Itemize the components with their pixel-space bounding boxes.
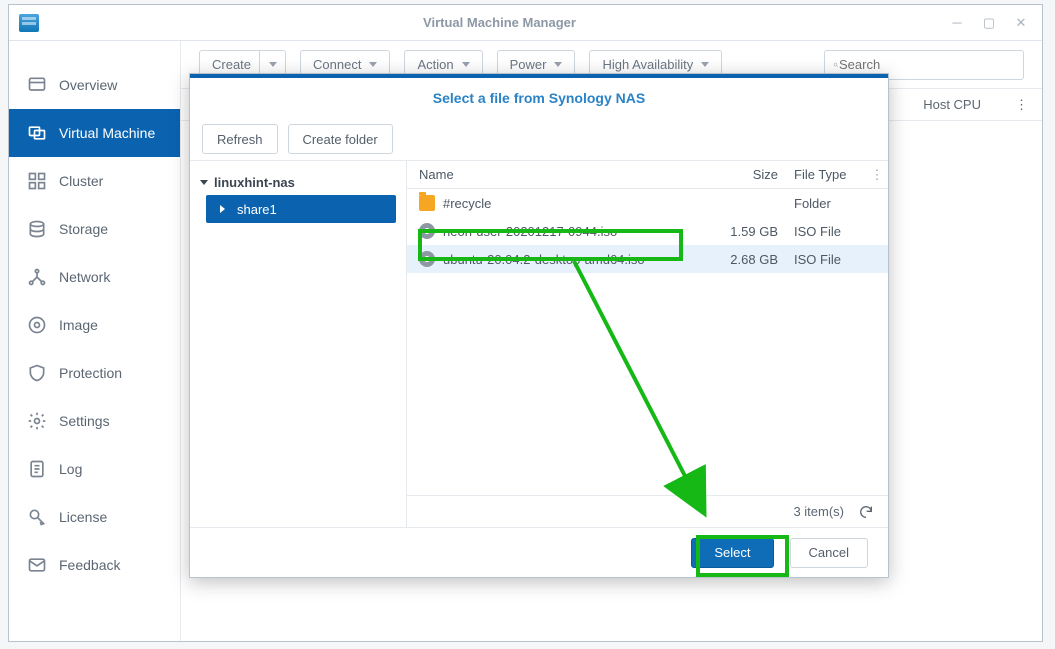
column-menu-button[interactable]: ⋮ [866,167,888,183]
column-name[interactable]: Name [407,167,708,182]
refresh-icon[interactable] [858,504,874,520]
file-name: ubuntu-20.04.2-desktop-amd64.iso [443,252,645,267]
sidebar-item-label: License [59,509,107,525]
tree-root-label: linuxhint-nas [214,175,295,190]
window-title: Virtual Machine Manager [49,15,950,30]
cluster-icon [27,171,47,191]
button-label: High Availability [602,57,693,72]
file-type: ISO File [788,224,866,239]
storage-icon [27,219,47,239]
minimize-button[interactable]: ─ [950,16,964,30]
file-name: #recycle [443,196,491,211]
file-type: ISO File [788,252,866,267]
sidebar-item-label: Network [59,269,110,285]
tree-item-label: share1 [237,202,277,217]
sidebar-item-label: Overview [59,77,117,93]
chevron-down-icon [462,62,470,67]
folder-icon [419,195,435,211]
gear-icon [27,411,47,431]
button-label: Create [212,57,251,72]
protection-icon [27,363,47,383]
column-size[interactable]: Size [708,167,788,182]
button-label: Action [417,57,453,72]
file-type: Folder [788,196,866,211]
chevron-down-icon [269,62,277,67]
sidebar-item-log[interactable]: Log [9,445,180,493]
search-input[interactable] [839,57,1015,72]
cancel-button[interactable]: Cancel [790,538,868,568]
sidebar-item-label: Virtual Machine [59,125,155,141]
column-type[interactable]: File Type [788,167,866,182]
chevron-down-icon [200,180,208,185]
sidebar-item-label: Cluster [59,173,103,189]
column-host-cpu[interactable]: Host CPU [923,97,1001,112]
app-window: Virtual Machine Manager ─ ▢ ✕ Overview V… [8,4,1043,642]
sidebar-item-network[interactable]: Network [9,253,180,301]
file-list-header: Name Size File Type ⋮ [407,161,888,189]
sidebar-item-license[interactable]: License [9,493,180,541]
file-picker-dialog: Select a file from Synology NAS Refresh … [189,73,889,578]
sidebar-item-label: Storage [59,221,108,237]
sidebar-item-image[interactable]: Image [9,301,180,349]
tree-item-share1[interactable]: share1 [206,195,396,223]
maximize-button[interactable]: ▢ [982,16,996,30]
license-icon [27,507,47,527]
chevron-right-icon [220,205,229,213]
dialog-toolbar: Refresh Create folder [190,118,888,160]
close-button[interactable]: ✕ [1014,16,1028,30]
sidebar-item-protection[interactable]: Protection [9,349,180,397]
sidebar: Overview Virtual Machine Cluster Storage [9,41,181,641]
chevron-down-icon [554,62,562,67]
chevron-down-icon [369,62,377,67]
sidebar-item-label: Image [59,317,98,333]
sidebar-item-label: Protection [59,365,122,381]
dialog-status-bar: 3 item(s) [407,495,888,527]
disc-icon [419,223,435,239]
image-icon [27,315,47,335]
sidebar-item-virtual-machine[interactable]: Virtual Machine [9,109,180,157]
refresh-button[interactable]: Refresh [202,124,278,154]
file-row[interactable]: #recycle Folder [407,189,888,217]
sidebar-item-feedback[interactable]: Feedback [9,541,180,589]
app-icon [19,14,39,32]
create-folder-button[interactable]: Create folder [288,124,393,154]
disc-icon [419,251,435,267]
sidebar-item-label: Feedback [59,557,120,573]
sidebar-item-label: Settings [59,413,110,429]
file-row[interactable]: neon-user-20201217-0944.iso 1.59 GBISO Fi… [407,217,888,245]
sidebar-item-label: Log [59,461,82,477]
select-button[interactable]: Select [691,538,773,568]
virtual-machine-icon [27,123,47,143]
button-label: Connect [313,57,361,72]
file-size: 2.68 GB [708,252,788,267]
dialog-footer: Select Cancel [190,527,888,577]
sidebar-item-overview[interactable]: Overview [9,61,180,109]
file-name: neon-user-20201217-0944.iso [443,224,617,239]
chevron-down-icon [701,62,709,67]
folder-tree: linuxhint-nas share1 [190,161,406,527]
log-icon [27,459,47,479]
dialog-title: Select a file from Synology NAS [190,78,888,118]
network-icon [27,267,47,287]
item-count: 3 item(s) [793,504,844,519]
sidebar-item-storage[interactable]: Storage [9,205,180,253]
button-label: Power [510,57,547,72]
tree-root[interactable]: linuxhint-nas [200,169,396,195]
column-menu-button[interactable]: ⋮ [1001,97,1042,113]
file-list: Name Size File Type ⋮ #recycle Folder neon… [406,161,888,527]
feedback-icon [27,555,47,575]
file-row[interactable]: ubuntu-20.04.2-desktop-amd64.iso 2.68 GBI… [407,245,888,273]
file-size: 1.59 GB [708,224,788,239]
sidebar-item-settings[interactable]: Settings [9,397,180,445]
overview-icon [27,75,47,95]
sidebar-item-cluster[interactable]: Cluster [9,157,180,205]
title-bar: Virtual Machine Manager ─ ▢ ✕ [9,5,1042,41]
